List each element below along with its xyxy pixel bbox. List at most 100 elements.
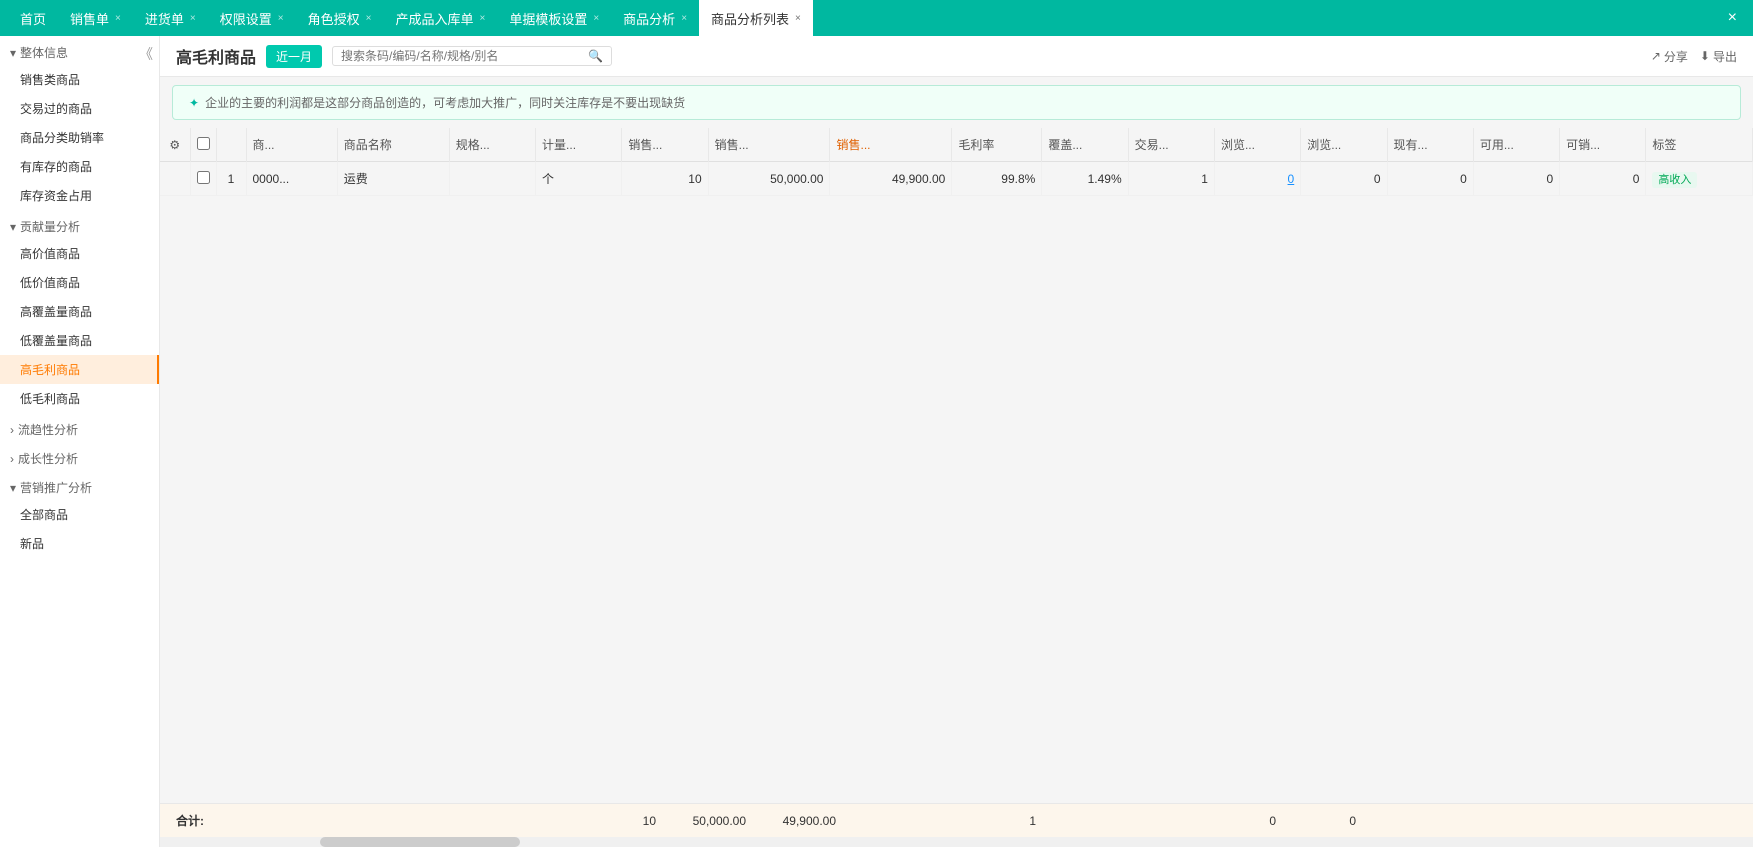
col-current-stock[interactable]: 现有...	[1387, 128, 1473, 162]
nav-home-label: 首页	[20, 9, 46, 28]
footer-current-stock: 0	[1196, 814, 1276, 828]
nav-template-label: 单据模板设置	[509, 9, 587, 28]
nav-home[interactable]: 首页	[8, 0, 58, 36]
nav-template-close[interactable]: ×	[593, 13, 599, 24]
col-index	[216, 128, 246, 162]
sidebar-item-high-margin[interactable]: 高毛利商品	[0, 355, 159, 384]
sidebar-group-overview-label: 整体信息	[20, 44, 68, 61]
search-input[interactable]	[341, 49, 584, 63]
sidebar-item-low-value[interactable]: 低价值商品	[0, 268, 159, 297]
sidebar-group-flow[interactable]: › 流趋性分析	[0, 413, 159, 442]
nav-template[interactable]: 单据模板设置 ×	[497, 0, 611, 36]
sidebar-item-category-rate[interactable]: 商品分类助销率	[0, 123, 159, 152]
col-settings[interactable]: ⚙	[160, 128, 190, 162]
topnav-close-button[interactable]: ×	[1720, 9, 1745, 27]
share-label: 分享	[1664, 48, 1688, 65]
col-browse1[interactable]: 浏览...	[1214, 128, 1300, 162]
row-browse1[interactable]: 0	[1214, 162, 1300, 196]
footer-sales-profit: 49,900.00	[746, 814, 836, 828]
col-gross-margin[interactable]: 毛利率	[952, 128, 1042, 162]
nav-sales-close[interactable]: ×	[115, 13, 121, 24]
col-code[interactable]: 商...	[246, 128, 337, 162]
sidebar-group-overview[interactable]: ▾ 整体信息	[0, 36, 159, 65]
col-checkbox[interactable]	[190, 128, 216, 162]
col-sellable-stock[interactable]: 可销...	[1560, 128, 1646, 162]
row-sales-profit: 49,900.00	[830, 162, 952, 196]
info-banner: ✦ 企业的主要的利润都是这部分商品创造的，可考虑加大推广，同时关注库存是不要出现…	[172, 85, 1741, 120]
sidebar-item-low-margin[interactable]: 低毛利商品	[0, 384, 159, 413]
scrollbar-thumb[interactable]	[320, 837, 520, 847]
col-name[interactable]: 商品名称	[337, 128, 449, 162]
nav-purchase-close[interactable]: ×	[190, 13, 196, 24]
col-sales-amount[interactable]: 销售...	[708, 128, 830, 162]
sidebar-group-growth-label: 成长性分析	[18, 450, 78, 467]
nav-role-label: 角色授权	[308, 9, 360, 28]
col-transaction[interactable]: 交易...	[1128, 128, 1214, 162]
col-unit[interactable]: 计量...	[536, 128, 622, 162]
col-tag[interactable]: 标签	[1646, 128, 1753, 162]
table-row: 1 0000... 运费 个 10 50,000.00 49,900.00 99…	[160, 162, 1753, 196]
footer-available-stock: 0	[1276, 814, 1356, 828]
sidebar-item-low-coverage[interactable]: 低覆盖量商品	[0, 326, 159, 355]
sidebar-collapse-button[interactable]: 《	[139, 44, 153, 64]
sidebar-group-contribution[interactable]: ▾ 贡献量分析	[0, 210, 159, 239]
sidebar-group-growth-arrow: ›	[10, 452, 14, 466]
nav-role-close[interactable]: ×	[366, 13, 372, 24]
col-sales-profit[interactable]: 销售...	[830, 128, 952, 162]
nav-goods-analysis-label: 商品分析	[623, 9, 675, 28]
footer-transaction: 1	[956, 814, 1036, 828]
horizontal-scrollbar[interactable]	[160, 837, 1753, 847]
search-icon: 🔍	[588, 49, 603, 63]
nav-sales[interactable]: 销售单 ×	[58, 0, 133, 36]
col-browse2[interactable]: 浏览...	[1301, 128, 1387, 162]
share-button[interactable]: ↗ 分享	[1651, 48, 1688, 65]
row-transaction: 1	[1128, 162, 1214, 196]
col-available-stock[interactable]: 可用...	[1473, 128, 1559, 162]
search-box: 🔍	[332, 46, 612, 66]
goods-table: ⚙ 商... 商品名称 规格... 计量... 销售... 销售... 销售..…	[160, 128, 1753, 196]
sidebar-group-marketing[interactable]: ▾ 营销推广分析	[0, 471, 159, 500]
col-coverage[interactable]: 覆盖...	[1042, 128, 1128, 162]
col-sales-qty[interactable]: 销售...	[622, 128, 708, 162]
sidebar-item-sales-goods[interactable]: 销售类商品	[0, 65, 159, 94]
sidebar-item-high-coverage[interactable]: 高覆盖量商品	[0, 297, 159, 326]
nav-permission[interactable]: 权限设置 ×	[208, 0, 296, 36]
content-area: 高毛利商品 近一月 🔍 ↗ 分享 ⬇ 导出 ✦ 企业的主要的利润都是这部分商品创…	[160, 36, 1753, 847]
nav-goods-analysis[interactable]: 商品分析 ×	[611, 0, 699, 36]
page-title: 高毛利商品	[176, 44, 256, 68]
col-spec[interactable]: 规格...	[449, 128, 535, 162]
export-button[interactable]: ⬇ 导出	[1700, 48, 1737, 65]
sidebar-group-contribution-arrow: ▾	[10, 220, 16, 234]
row-gross-margin: 99.8%	[952, 162, 1042, 196]
nav-role[interactable]: 角色授权 ×	[296, 0, 384, 36]
nav-purchase-label: 进货单	[145, 9, 184, 28]
nav-sales-label: 销售单	[70, 9, 109, 28]
nav-goods-analysis-list[interactable]: 商品分析列表 ×	[699, 0, 813, 36]
sidebar-item-stock-goods[interactable]: 有库存的商品	[0, 152, 159, 181]
sidebar-item-all-goods[interactable]: 全部商品	[0, 500, 159, 529]
nav-purchase[interactable]: 进货单 ×	[133, 0, 208, 36]
nav-goods-analysis-list-label: 商品分析列表	[711, 9, 789, 28]
sidebar-item-stock-capital[interactable]: 库存资金占用	[0, 181, 159, 210]
nav-permission-label: 权限设置	[220, 9, 272, 28]
date-filter-button[interactable]: 近一月	[266, 45, 322, 68]
table-container: ⚙ 商... 商品名称 规格... 计量... 销售... 销售... 销售..…	[160, 128, 1753, 803]
row-spec	[449, 162, 535, 196]
row-select-checkbox[interactable]	[197, 171, 210, 184]
sidebar-group-growth[interactable]: › 成长性分析	[0, 442, 159, 471]
export-label: 导出	[1713, 48, 1737, 65]
sidebar-item-new-goods[interactable]: 新品	[0, 529, 159, 558]
sidebar-item-traded-goods[interactable]: 交易过的商品	[0, 94, 159, 123]
footer-total-label: 合计:	[176, 812, 256, 829]
nav-goods-analysis-close[interactable]: ×	[681, 13, 687, 24]
row-checkbox[interactable]	[190, 162, 216, 196]
select-all-checkbox[interactable]	[197, 137, 210, 150]
nav-product-in[interactable]: 产成品入库单 ×	[383, 0, 497, 36]
row-name: 运费	[337, 162, 449, 196]
sidebar-item-high-value[interactable]: 高价值商品	[0, 239, 159, 268]
nav-product-in-close[interactable]: ×	[479, 13, 485, 24]
row-current-stock: 0	[1387, 162, 1473, 196]
sidebar-group-contribution-label: 贡献量分析	[20, 218, 80, 235]
nav-permission-close[interactable]: ×	[278, 13, 284, 24]
nav-goods-analysis-list-close[interactable]: ×	[795, 13, 801, 24]
